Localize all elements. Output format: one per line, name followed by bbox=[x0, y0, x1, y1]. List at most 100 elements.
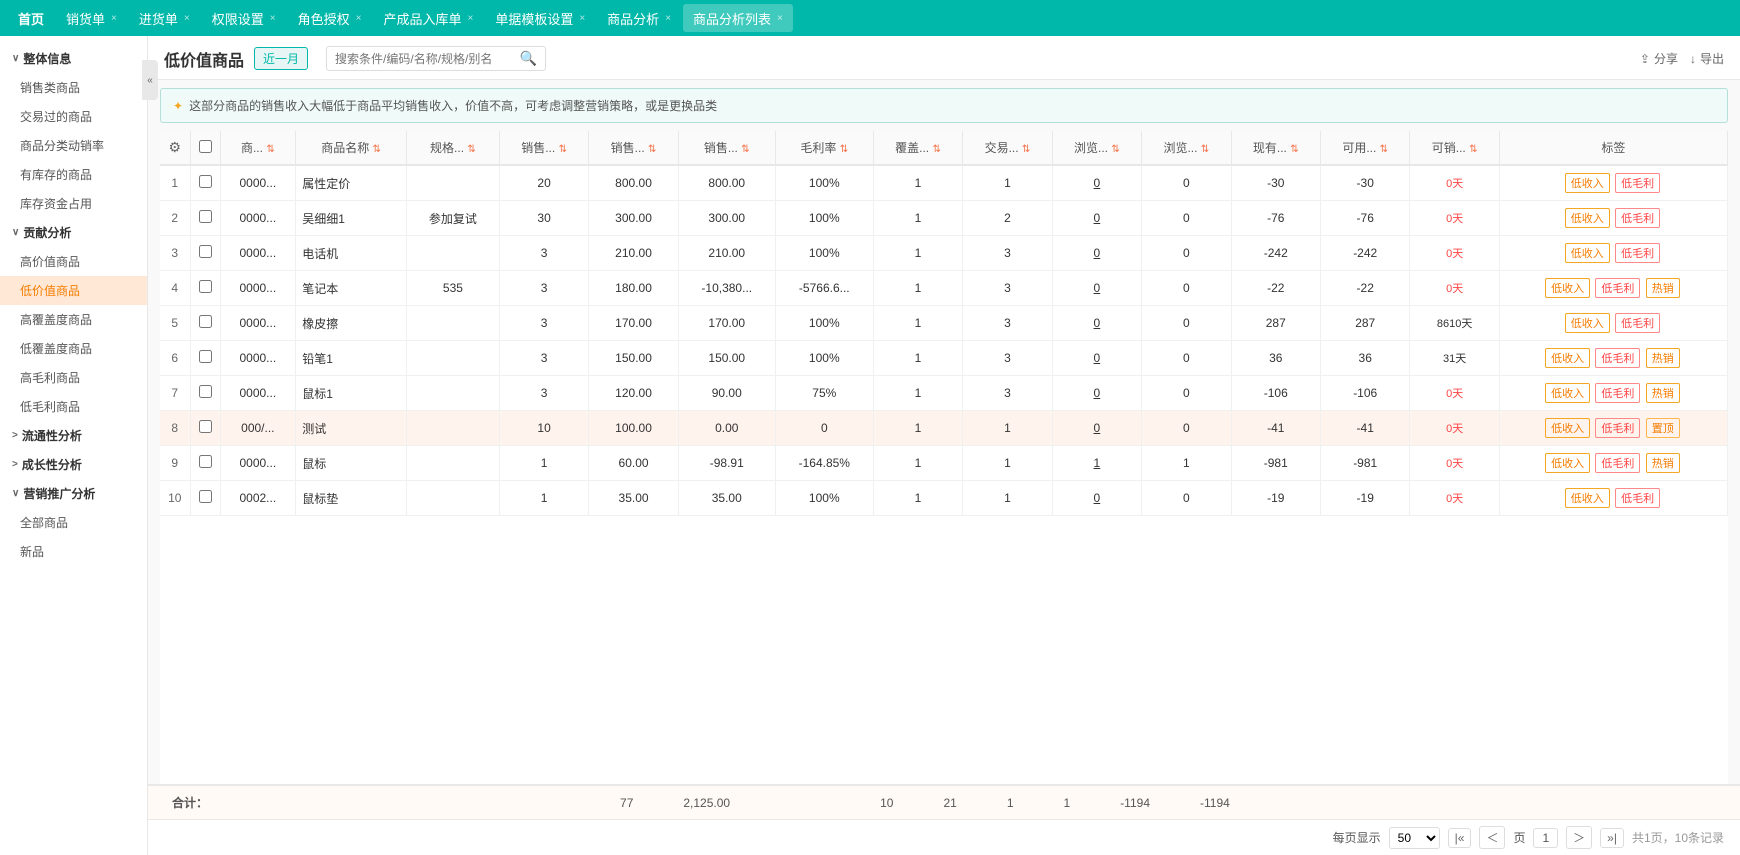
close-icon[interactable]: × bbox=[270, 13, 276, 24]
browse1-link[interactable]: 0 bbox=[1094, 246, 1101, 260]
col-browse2[interactable]: 浏览... ⇅ bbox=[1142, 131, 1231, 165]
close-icon[interactable]: × bbox=[579, 13, 585, 24]
nav-item-销货单[interactable]: 销货单× bbox=[56, 4, 127, 32]
sidebar-item-交易过的商品[interactable]: 交易过的商品 bbox=[0, 102, 147, 131]
row-browse1[interactable]: 0 bbox=[1052, 236, 1141, 271]
sidebar-group-成长性分析[interactable]: >成长性分析 bbox=[0, 450, 147, 479]
row-browse1[interactable]: 0 bbox=[1052, 165, 1141, 201]
sidebar-group-营销推广分析[interactable]: ∨营销推广分析 bbox=[0, 479, 147, 508]
col-stock[interactable]: 现有... ⇅ bbox=[1231, 131, 1320, 165]
nav-item-角色授权[interactable]: 角色授权× bbox=[288, 4, 372, 32]
sidebar-item-有库存的商品[interactable]: 有库存的商品 bbox=[0, 160, 147, 189]
row-checkbox[interactable] bbox=[199, 350, 212, 363]
browse1-link[interactable]: 0 bbox=[1094, 491, 1101, 505]
nav-item-商品分析[interactable]: 商品分析× bbox=[597, 4, 681, 32]
browse1-link[interactable]: 0 bbox=[1094, 316, 1101, 330]
nav-item-商品分析列表[interactable]: 商品分析列表× bbox=[683, 4, 793, 32]
sidebar-item-低毛利商品[interactable]: 低毛利商品 bbox=[0, 392, 147, 421]
sidebar-item-高毛利商品[interactable]: 高毛利商品 bbox=[0, 363, 147, 392]
row-checkbox[interactable] bbox=[199, 315, 212, 328]
row-browse1[interactable]: 1 bbox=[1052, 446, 1141, 481]
sidebar-item-低价值商品[interactable]: 低价值商品 bbox=[0, 276, 147, 305]
prev-page-button[interactable]: ＜ bbox=[1479, 826, 1505, 849]
sidebar-item-全部商品[interactable]: 全部商品 bbox=[0, 508, 147, 537]
sidebar-group-整体信息[interactable]: ∨整体信息 bbox=[0, 44, 147, 73]
select-all-checkbox[interactable] bbox=[199, 140, 212, 153]
data-table: ⚙ 商... ⇅ 商品名称 ⇅ 规格... ⇅ 销售... ⇅ 销售... ⇅ … bbox=[160, 131, 1728, 516]
row-checkbox[interactable] bbox=[199, 280, 212, 293]
row-checkbox[interactable] bbox=[199, 210, 212, 223]
browse1-link[interactable]: 0 bbox=[1094, 281, 1101, 295]
close-icon[interactable]: × bbox=[356, 13, 362, 24]
sidebar-item-新品[interactable]: 新品 bbox=[0, 537, 147, 566]
tag-low-income: 低收入 bbox=[1545, 348, 1590, 368]
browse1-link[interactable]: 0 bbox=[1094, 421, 1101, 435]
row-tags: 低收入 低毛利 热销 bbox=[1499, 446, 1727, 481]
nav-item-单据模板设置[interactable]: 单据模板设置× bbox=[485, 4, 595, 32]
col-spec[interactable]: 规格... ⇅ bbox=[406, 131, 499, 165]
row-checkbox[interactable] bbox=[199, 490, 212, 503]
share-button[interactable]: ⇪ 分享 bbox=[1640, 50, 1678, 67]
col-name[interactable]: 商品名称 ⇅ bbox=[296, 131, 407, 165]
col-browse1[interactable]: 浏览... ⇅ bbox=[1052, 131, 1141, 165]
row-browse1[interactable]: 0 bbox=[1052, 376, 1141, 411]
row-browse1[interactable]: 0 bbox=[1052, 271, 1141, 306]
time-badge[interactable]: 近一月 bbox=[254, 47, 308, 70]
col-gross-rate[interactable]: 毛利率 ⇅ bbox=[775, 131, 873, 165]
row-checkbox[interactable] bbox=[199, 175, 212, 188]
col-sales-amount[interactable]: 销售... ⇅ bbox=[589, 131, 678, 165]
browse1-link[interactable]: 0 bbox=[1094, 176, 1101, 190]
sidebar-item-高覆盖度商品[interactable]: 高覆盖度商品 bbox=[0, 305, 147, 334]
sidebar-item-高价值商品[interactable]: 高价值商品 bbox=[0, 247, 147, 276]
row-browse1[interactable]: 0 bbox=[1052, 306, 1141, 341]
close-icon[interactable]: × bbox=[467, 13, 473, 24]
sidebar-group-贡献分析[interactable]: ∨贡献分析 bbox=[0, 218, 147, 247]
export-button[interactable]: ↓ 导出 bbox=[1690, 50, 1724, 67]
col-usable[interactable]: 可用... ⇅ bbox=[1320, 131, 1409, 165]
sidebar-collapse-button[interactable]: « bbox=[142, 60, 158, 100]
col-trade[interactable]: 交易... ⇅ bbox=[963, 131, 1052, 165]
col-gear[interactable]: ⚙ bbox=[160, 131, 190, 165]
close-icon[interactable]: × bbox=[184, 13, 190, 24]
sidebar-item-销售类商品[interactable]: 销售类商品 bbox=[0, 73, 147, 102]
row-browse1[interactable]: 0 bbox=[1052, 481, 1141, 516]
browse1-link[interactable]: 0 bbox=[1094, 386, 1101, 400]
row-browse1[interactable]: 0 bbox=[1052, 201, 1141, 236]
nav-item-首页[interactable]: 首页 bbox=[8, 4, 54, 32]
browse1-link[interactable]: 0 bbox=[1094, 351, 1101, 365]
browse1-link[interactable]: 1 bbox=[1094, 456, 1101, 470]
col-code[interactable]: 商... ⇅ bbox=[220, 131, 296, 165]
gear-icon[interactable]: ⚙ bbox=[168, 139, 181, 155]
search-icon[interactable]: 🔍 bbox=[520, 50, 537, 67]
sidebar-item-商品分类动销率[interactable]: 商品分类动销率 bbox=[0, 131, 147, 160]
nav-item-权限设置[interactable]: 权限设置× bbox=[202, 4, 286, 32]
row-checkbox-cell bbox=[190, 201, 220, 236]
sidebar-group-流通性分析[interactable]: >流通性分析 bbox=[0, 421, 147, 450]
first-page-button[interactable]: |« bbox=[1448, 828, 1472, 848]
col-coverage[interactable]: 覆盖... ⇅ bbox=[873, 131, 962, 165]
row-browse1[interactable]: 0 bbox=[1052, 341, 1141, 376]
col-sales-price[interactable]: 销售... ⇅ bbox=[678, 131, 775, 165]
page-size-select[interactable]: 50 100 200 bbox=[1389, 827, 1440, 849]
close-icon[interactable]: × bbox=[111, 13, 117, 24]
sidebar-item-库存资金占用[interactable]: 库存资金占用 bbox=[0, 189, 147, 218]
close-icon[interactable]: × bbox=[665, 13, 671, 24]
row-checkbox[interactable] bbox=[199, 455, 212, 468]
table-row: 5 0000... 橡皮擦 3 170.00 170.00 100% 1 3 0… bbox=[160, 306, 1728, 341]
table-wrap[interactable]: ⚙ 商... ⇅ 商品名称 ⇅ 规格... ⇅ 销售... ⇅ 销售... ⇅ … bbox=[160, 131, 1728, 784]
row-browse1[interactable]: 0 bbox=[1052, 411, 1141, 446]
tag-extra: 热销 bbox=[1646, 348, 1680, 368]
search-input[interactable] bbox=[335, 52, 520, 66]
nav-item-产成品入库单[interactable]: 产成品入库单× bbox=[373, 4, 483, 32]
browse1-link[interactable]: 0 bbox=[1094, 211, 1101, 225]
sidebar-item-低覆盖度商品[interactable]: 低覆盖度商品 bbox=[0, 334, 147, 363]
next-page-button[interactable]: ＞ bbox=[1566, 826, 1592, 849]
last-page-button[interactable]: »| bbox=[1600, 828, 1624, 848]
col-saleable[interactable]: 可销... ⇅ bbox=[1410, 131, 1499, 165]
col-sales-qty[interactable]: 销售... ⇅ bbox=[499, 131, 588, 165]
row-checkbox[interactable] bbox=[199, 385, 212, 398]
row-checkbox[interactable] bbox=[199, 420, 212, 433]
close-icon[interactable]: × bbox=[777, 13, 783, 24]
nav-item-进货单[interactable]: 进货单× bbox=[129, 4, 200, 32]
row-checkbox[interactable] bbox=[199, 245, 212, 258]
